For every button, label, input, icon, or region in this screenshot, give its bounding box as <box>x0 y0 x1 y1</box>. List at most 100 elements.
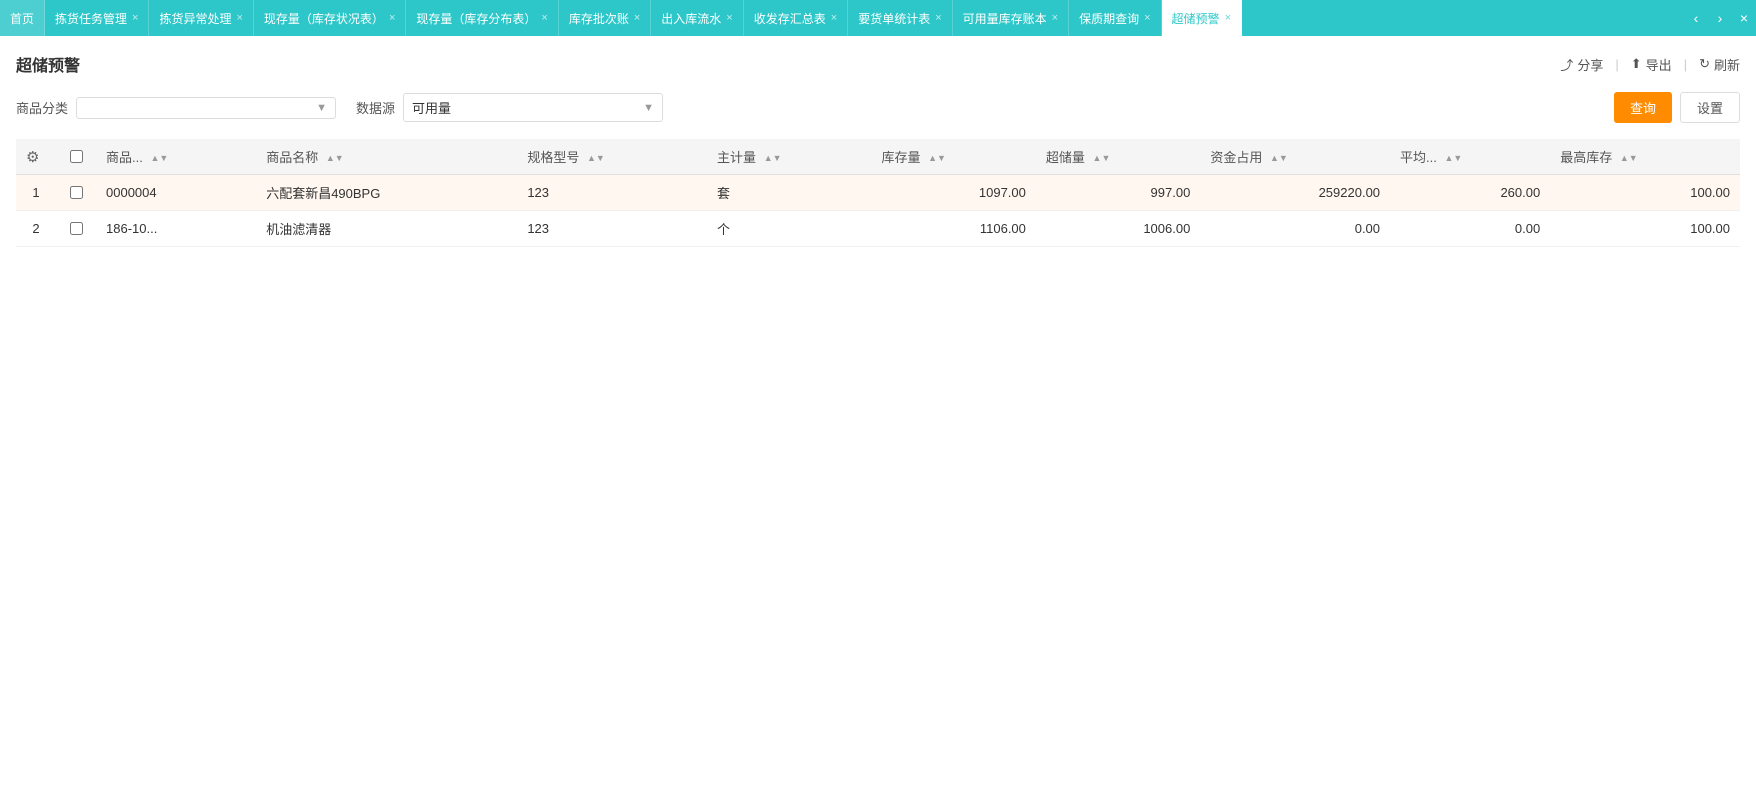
nav-tab-stock-status-close[interactable]: × <box>389 12 395 24</box>
nav-tab-order-stat[interactable]: 要货单统计表 × <box>848 0 952 36</box>
nav-tab-pick-exception-label: 拣货异常处理 <box>159 10 231 27</box>
row-avg-0: 260.00 <box>1390 175 1550 211</box>
nav-tab-summary-close[interactable]: × <box>831 12 837 24</box>
nav-tab-summary[interactable]: 收发存汇总表 × <box>744 0 848 36</box>
filter-datasource-label: 数据源 <box>356 98 395 117</box>
filter-category: 商品分类 ▼ <box>16 97 336 119</box>
col-spec-label: 规格型号 <box>527 150 579 165</box>
nav-tab-order-stat-close[interactable]: × <box>935 12 941 24</box>
nav-tab-batch[interactable]: 库存批次账 × <box>559 0 651 36</box>
row-overstock-1: 1006.00 <box>1036 211 1200 247</box>
nav-tab-pick-task[interactable]: 拣货任务管理 × <box>45 0 149 36</box>
row-product-code-1: 186-10... <box>96 211 256 247</box>
header-actions: ⤴ 分享 | ⬆ 导出 | ↻ 刷新 <box>1560 55 1740 74</box>
share-button[interactable]: ⤴ 分享 <box>1560 55 1603 74</box>
query-button[interactable]: 查询 <box>1614 92 1672 123</box>
nav-tab-avail-stock[interactable]: 可用量库存账本 × <box>953 0 1069 36</box>
row-checkbox-0[interactable] <box>56 175 96 211</box>
export-label: 导出 <box>1646 55 1672 74</box>
nav-tab-avail-stock-close[interactable]: × <box>1052 12 1058 24</box>
sort-icon-spec: ▲▼ <box>587 154 605 163</box>
filter-actions: 查询 设置 <box>1614 92 1740 123</box>
share-label: 分享 <box>1577 55 1603 74</box>
nav-tab-pick-exception-close[interactable]: × <box>236 12 242 24</box>
col-product-name-label: 商品名称 <box>266 150 318 165</box>
export-button[interactable]: ⬆ 导出 <box>1631 55 1672 74</box>
col-max-stock[interactable]: 最高库存 ▲▼ <box>1550 139 1740 175</box>
row-capital-0: 259220.00 <box>1200 175 1390 211</box>
nav-tab-stock-status[interactable]: 现存量（库存状况表） × <box>254 0 406 36</box>
nav-tab-expiry-close[interactable]: × <box>1144 12 1150 24</box>
share-icon: ⤴ <box>1560 55 1573 74</box>
filter-category-label: 商品分类 <box>16 98 68 117</box>
table-header-row: ⚙ 商品... ▲▼ 商品名称 ▲▼ 规格型号 ▲▼ <box>16 139 1740 175</box>
sort-icon-avg: ▲▼ <box>1445 154 1463 163</box>
select-all-checkbox[interactable] <box>70 150 83 163</box>
row-unit-1: 个 <box>707 211 871 247</box>
nav-tab-home-label: 首页 <box>10 10 34 27</box>
col-overstock[interactable]: 超储量 ▲▼ <box>1036 139 1200 175</box>
sort-icon-overstock: ▲▼ <box>1093 154 1111 163</box>
nav-tab-expiry-label: 保质期查询 <box>1079 10 1139 27</box>
refresh-button[interactable]: ↻ 刷新 <box>1699 55 1740 74</box>
row-spec-0: 123 <box>517 175 707 211</box>
col-select-all[interactable] <box>56 139 96 175</box>
col-settings[interactable]: ⚙ <box>16 139 56 175</box>
col-max-stock-label: 最高库存 <box>1560 150 1612 165</box>
col-avg-label: 平均... <box>1400 150 1437 165</box>
row-checkbox-1[interactable] <box>56 211 96 247</box>
nav-tab-flow-close[interactable]: × <box>726 12 732 24</box>
top-nav: 首页 拣货任务管理 × 拣货异常处理 × 现存量（库存状况表） × 现存量（库存… <box>0 0 1756 36</box>
col-capital[interactable]: 资金占用 ▲▼ <box>1200 139 1390 175</box>
col-product-name[interactable]: 商品名称 ▲▼ <box>256 139 517 175</box>
gear-icon[interactable]: ⚙ <box>26 149 39 166</box>
export-icon: ⬆ <box>1631 56 1642 72</box>
row-unit-0: 套 <box>707 175 871 211</box>
category-select[interactable]: ▼ <box>76 97 336 119</box>
col-product-code[interactable]: 商品... ▲▼ <box>96 139 256 175</box>
nav-tab-overstock[interactable]: 超储预警 × <box>1162 0 1242 36</box>
nav-arrow-close[interactable]: × <box>1732 0 1756 36</box>
settings-button[interactable]: 设置 <box>1680 92 1740 123</box>
nav-tab-batch-close[interactable]: × <box>634 12 640 24</box>
nav-tab-expiry[interactable]: 保质期查询 × <box>1069 0 1161 36</box>
sort-icon-max-stock: ▲▼ <box>1620 154 1638 163</box>
sort-icon-product-code: ▲▼ <box>150 154 168 163</box>
nav-tab-overstock-close[interactable]: × <box>1225 12 1231 24</box>
filter-row: 商品分类 ▼ 数据源 可用量 ▼ 查询 设置 <box>16 92 1740 123</box>
nav-tab-flow[interactable]: 出入库流水 × <box>651 0 743 36</box>
nav-arrow-right[interactable]: › <box>1708 0 1732 36</box>
row-select-checkbox-0[interactable] <box>70 186 83 199</box>
nav-tab-batch-label: 库存批次账 <box>569 10 629 27</box>
col-spec[interactable]: 规格型号 ▲▼ <box>517 139 707 175</box>
col-unit[interactable]: 主计量 ▲▼ <box>707 139 871 175</box>
col-stock[interactable]: 库存量 ▲▼ <box>871 139 1035 175</box>
col-overstock-label: 超储量 <box>1046 150 1085 165</box>
nav-tab-avail-stock-label: 可用量库存账本 <box>963 10 1047 27</box>
page-title: 超储预警 <box>16 52 80 76</box>
row-select-checkbox-1[interactable] <box>70 222 83 235</box>
table-body: 1 0000004 六配套新昌490BPG 123 套 1097.00 997.… <box>16 175 1740 247</box>
col-avg[interactable]: 平均... ▲▼ <box>1390 139 1550 175</box>
nav-tab-home[interactable]: 首页 <box>0 0 45 36</box>
nav-tab-overstock-label: 超储预警 <box>1172 10 1220 27</box>
row-product-code-0: 0000004 <box>96 175 256 211</box>
nav-tab-stock-status-label: 现存量（库存状况表） <box>264 10 384 27</box>
nav-tab-pick-task-close[interactable]: × <box>132 12 138 24</box>
nav-tab-stock-dist[interactable]: 现存量（库存分布表） × <box>406 0 558 36</box>
row-num-0: 1 <box>16 175 56 211</box>
nav-tab-order-stat-label: 要货单统计表 <box>858 10 930 27</box>
nav-tab-pick-exception[interactable]: 拣货异常处理 × <box>149 0 253 36</box>
divider-2: | <box>1684 57 1687 72</box>
nav-arrow-left[interactable]: ‹ <box>1684 0 1708 36</box>
col-product-code-label: 商品... <box>106 150 143 165</box>
row-max-stock-1: 100.00 <box>1550 211 1740 247</box>
sort-icon-capital: ▲▼ <box>1270 154 1288 163</box>
nav-tab-stock-dist-close[interactable]: × <box>541 12 547 24</box>
datasource-select[interactable]: 可用量 ▼ <box>403 93 663 122</box>
row-avg-1: 0.00 <box>1390 211 1550 247</box>
chevron-down-icon-2: ▼ <box>643 102 654 114</box>
row-stock-1: 1106.00 <box>871 211 1035 247</box>
row-spec-1: 123 <box>517 211 707 247</box>
filter-datasource: 数据源 可用量 ▼ <box>356 93 663 122</box>
